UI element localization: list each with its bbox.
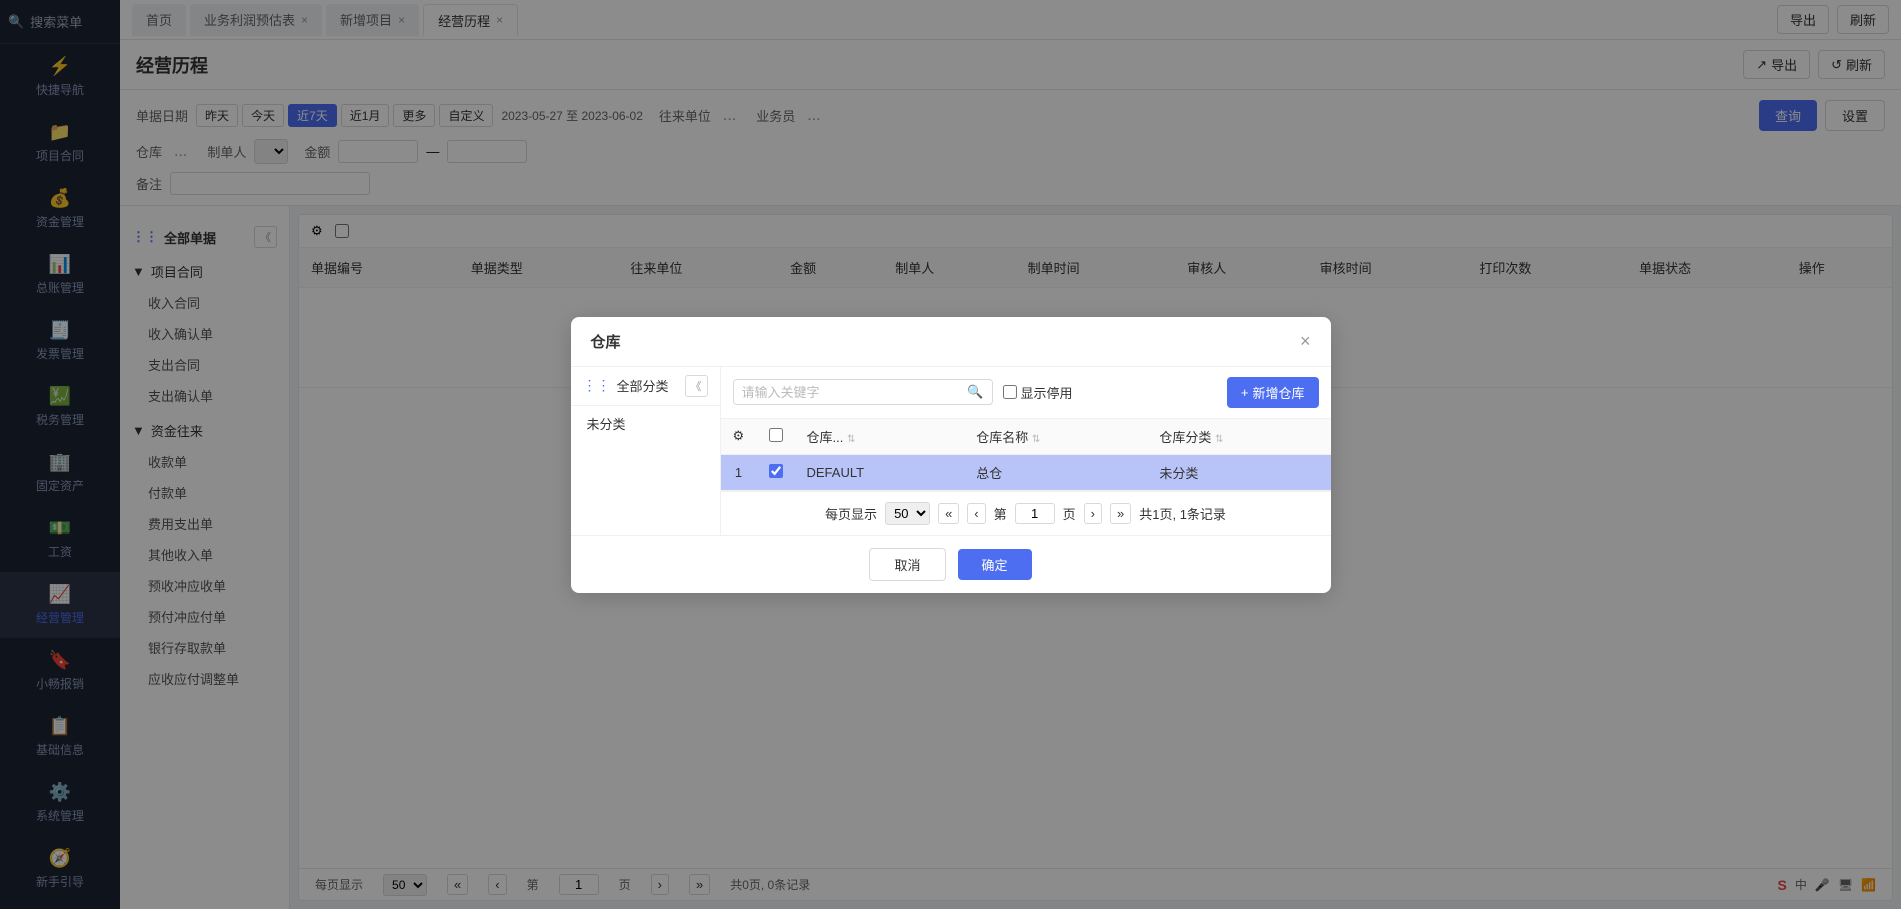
modal-col-code-sort[interactable]: ⇅ — [847, 434, 855, 445]
modal-search-box: 🔍 — [733, 379, 993, 405]
modal-collapse-btn[interactable]: 《 — [685, 375, 708, 397]
add-label: 新增仓库 — [1252, 383, 1304, 402]
modal-close-button[interactable]: × — [1300, 331, 1311, 352]
row-category: 未分类 — [1147, 454, 1330, 490]
modal-total-info: 共1页, 1条记录 — [1139, 504, 1226, 523]
modal-footer: 取消 确定 — [571, 535, 1331, 593]
modal-overlay: 仓库 × ⋮⋮ 全部分类 《 未分类 — [0, 0, 1901, 909]
row-code: DEFAULT — [795, 454, 965, 490]
row-check — [757, 454, 795, 490]
table-row[interactable]: 1 DEFAULT 总仓 未分类 — [721, 454, 1331, 490]
modal-toolbar: 🔍 显示停用 + 新增仓库 — [721, 367, 1331, 419]
show-disabled-label[interactable]: 显示停用 — [1003, 383, 1073, 402]
modal-table-container: ⚙ 仓库... ⇅ 仓库名称 ⇅ — [721, 419, 1331, 491]
row-name: 总仓 — [964, 454, 1147, 490]
modal-last-page[interactable]: » — [1110, 503, 1131, 524]
cancel-button[interactable]: 取消 — [869, 548, 945, 581]
modal-col-category-sort[interactable]: ⇅ — [1215, 434, 1223, 445]
modal-sidebar-scroll: 未分类 — [571, 406, 720, 535]
modal-col-category: 仓库分类 ⇅ — [1147, 419, 1330, 455]
category-label: 全部分类 — [617, 376, 669, 395]
modal-page-label: 页 — [1063, 504, 1076, 523]
warehouse-modal: 仓库 × ⋮⋮ 全部分类 《 未分类 — [571, 317, 1331, 593]
modal-pagination: 每页显示 50 « ‹ 第 页 › » 共1页, 1条记录 — [721, 491, 1331, 535]
modal-prev-page[interactable]: ‹ — [967, 503, 985, 524]
category-header: ⋮⋮ 全部分类 《 — [571, 367, 720, 406]
confirm-button[interactable]: 确定 — [958, 549, 1032, 580]
row-checkbox[interactable] — [769, 464, 783, 478]
modal-page-input[interactable] — [1015, 503, 1055, 524]
modal-search-icon: 🔍 — [967, 384, 983, 400]
modal-col-name-label: 仓库名称 — [976, 430, 1028, 445]
modal-first-page[interactable]: « — [938, 503, 959, 524]
category-grid-icon: ⋮⋮ — [583, 377, 611, 394]
modal-col-name: 仓库名称 ⇅ — [964, 419, 1147, 455]
modal-warehouse-table: ⚙ 仓库... ⇅ 仓库名称 ⇅ — [721, 419, 1331, 491]
modal-select-all[interactable] — [769, 428, 783, 442]
modal-left-panel: ⋮⋮ 全部分类 《 未分类 — [571, 367, 721, 535]
modal-col-code-label: 仓库... — [807, 430, 844, 445]
modal-page-size-label: 每页显示 — [825, 504, 877, 523]
add-warehouse-button[interactable]: + 新增仓库 — [1227, 377, 1319, 408]
modal-main: 🔍 显示停用 + 新增仓库 — [721, 367, 1331, 535]
modal-col-category-label: 仓库分类 — [1159, 430, 1211, 445]
modal-header: 仓库 × — [571, 317, 1331, 367]
show-disabled-text: 显示停用 — [1021, 383, 1073, 402]
show-disabled-checkbox[interactable] — [1003, 385, 1017, 399]
modal-body: ⋮⋮ 全部分类 《 未分类 🔍 — [571, 367, 1331, 535]
modal-col-check — [757, 419, 795, 455]
row-gear: 1 — [721, 454, 757, 490]
modal-page-size-select[interactable]: 50 — [885, 502, 930, 525]
modal-page-text: 第 — [994, 504, 1007, 523]
unclassified-label: 未分类 — [587, 414, 626, 433]
add-icon: + — [1241, 385, 1249, 400]
modal-col-code: 仓库... ⇅ — [795, 419, 965, 455]
modal-next-page[interactable]: › — [1084, 503, 1102, 524]
modal-col-name-sort[interactable]: ⇅ — [1032, 434, 1040, 445]
modal-category-unclassified[interactable]: 未分类 — [571, 406, 720, 441]
modal-title: 仓库 — [591, 331, 621, 352]
modal-col-gear: ⚙ — [721, 419, 757, 455]
modal-search-input[interactable] — [742, 385, 962, 400]
